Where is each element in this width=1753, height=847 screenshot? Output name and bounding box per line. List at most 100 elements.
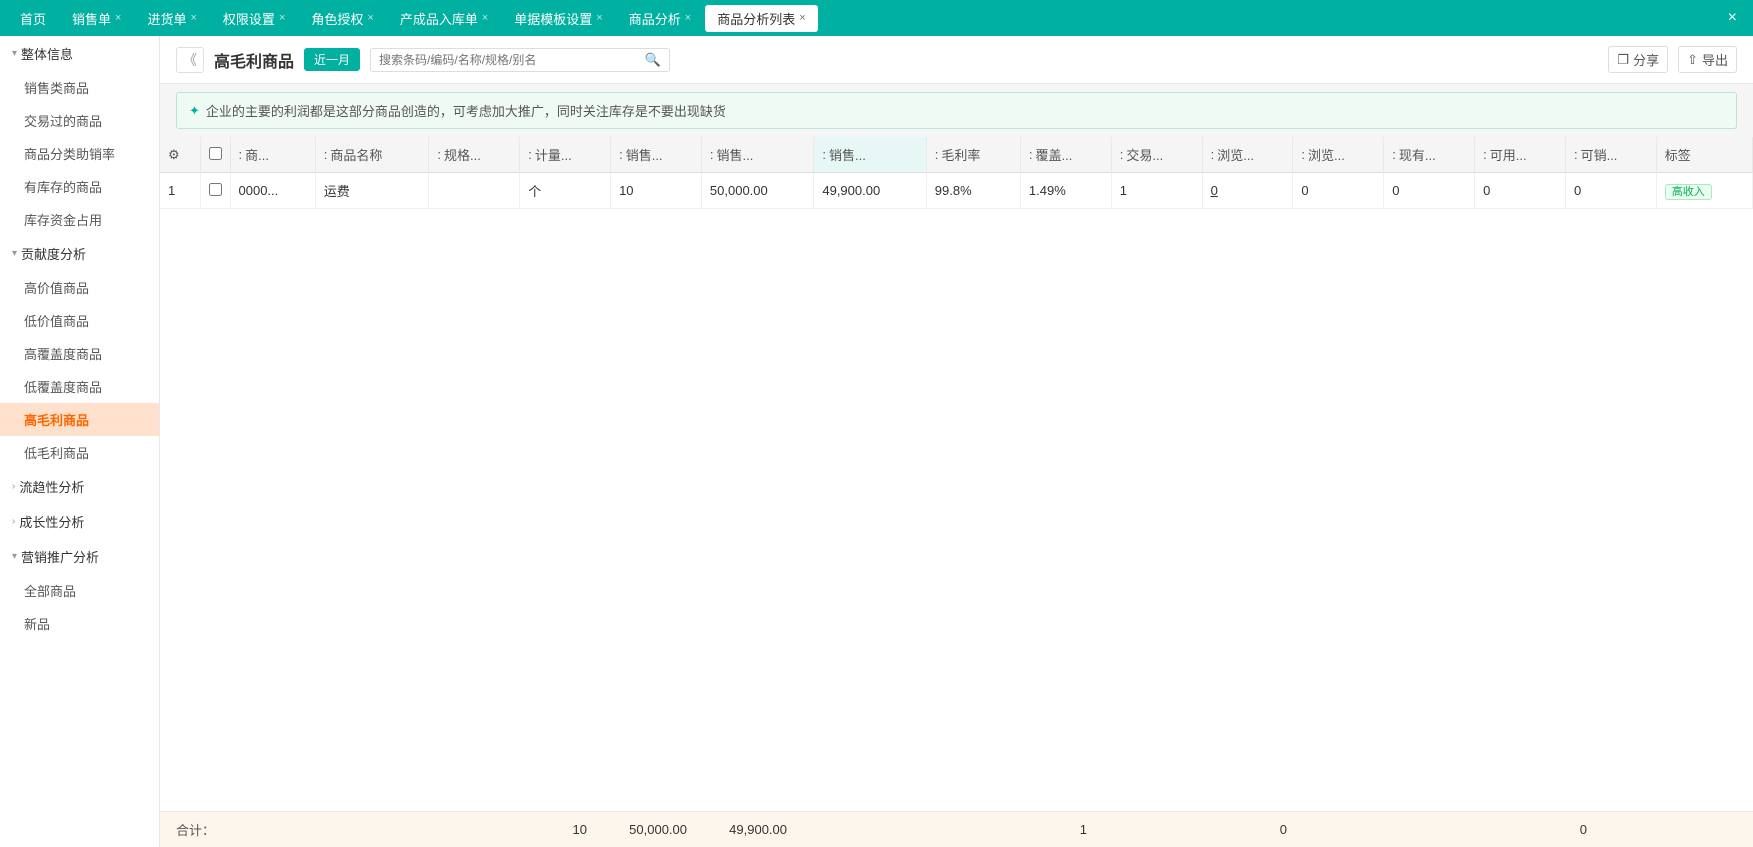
top-navigation: 首页 销售单 × 进货单 × 权限设置 × 角色授权 × 产成品入库单 × 单据… [0, 0, 1753, 36]
close-icon[interactable]: × [596, 12, 602, 24]
cell-sale-profit: 49,900.00 [814, 173, 926, 209]
table-row: 1 0000... 运费 个 10 50,000.00 49,900.00 99… [160, 173, 1753, 209]
footer-browse2: 0 [1215, 822, 1295, 837]
cell-available: 0 [1475, 173, 1566, 209]
close-icon[interactable]: × [799, 12, 805, 24]
export-button[interactable]: ⇧ 导出 [1678, 46, 1737, 73]
nav-inbound[interactable]: 产成品入库单 × [388, 5, 500, 32]
sidebar-item-category-rate[interactable]: 商品分类助销率 [0, 137, 159, 170]
cell-name: 运费 [315, 173, 429, 209]
table-container[interactable]: ⚙ :商... :商品名称 :规格... [160, 137, 1753, 811]
sidebar-item-stock-capital[interactable]: 库存资金占用 [0, 203, 159, 236]
cell-tag: 高收入 [1656, 173, 1752, 209]
content-header: 《 高毛利商品 近一月 🔍 ❐ 分享 ⇧ 导出 [160, 36, 1753, 84]
sidebar-item-traded-goods[interactable]: 交易过的商品 [0, 104, 159, 137]
info-bar: ✦ 企业的主要的利润都是这部分商品创造的，可考虑加大推广，同时关注库存是不要出现… [176, 92, 1737, 129]
table-header-row: ⚙ :商... :商品名称 :规格... [160, 137, 1753, 173]
col-checkbox[interactable] [200, 137, 230, 173]
search-icon[interactable]: 🔍 [645, 52, 661, 68]
col-saleable[interactable]: :可销... [1565, 137, 1656, 173]
col-gross-margin[interactable]: :毛利率 [926, 137, 1020, 173]
col-current[interactable]: :现有... [1384, 137, 1475, 173]
nav-sales[interactable]: 销售单 × [60, 5, 133, 32]
data-table: ⚙ :商... :商品名称 :规格... [160, 137, 1753, 209]
col-browse1[interactable]: :浏览... [1202, 137, 1293, 173]
close-icon[interactable]: × [367, 12, 373, 24]
share-button[interactable]: ❐ 分享 [1608, 46, 1668, 73]
col-name[interactable]: :商品名称 [315, 137, 429, 173]
nav-close-all[interactable]: × [1720, 9, 1745, 27]
sidebar-group-trend[interactable]: › 流趋性分析 [0, 469, 159, 504]
footer-sale-qty: 10 [515, 822, 595, 837]
sidebar-item-high-coverage[interactable]: 高覆盖度商品 [0, 337, 159, 370]
col-sale-qty[interactable]: :销售... [611, 137, 702, 173]
close-icon[interactable]: × [482, 12, 488, 24]
search-box: 🔍 [370, 48, 670, 72]
col-tag[interactable]: 标签 [1656, 137, 1752, 173]
export-icon: ⇧ [1687, 52, 1698, 68]
close-icon[interactable]: × [685, 12, 691, 24]
nav-permissions[interactable]: 权限设置 × [211, 5, 297, 32]
cell-gross-margin: 99.8% [926, 173, 1020, 209]
close-icon[interactable]: × [115, 12, 121, 24]
sidebar: ▾ 整体信息 销售类商品 交易过的商品 商品分类助销率 有库存的商品 库存资金占… [0, 36, 160, 847]
header-actions: ❐ 分享 ⇧ 导出 [1608, 46, 1737, 73]
nav-home[interactable]: 首页 [8, 5, 58, 32]
cell-browse1[interactable]: 0 [1202, 173, 1293, 209]
sidebar-group-marketing[interactable]: ▾ 营销推广分析 [0, 539, 159, 574]
cell-sale-qty: 10 [611, 173, 702, 209]
col-coverage[interactable]: :覆盖... [1020, 137, 1111, 173]
cell-sale-amount: 50,000.00 [701, 173, 813, 209]
chevron-right-icon: › [12, 481, 15, 492]
sidebar-item-low-margin[interactable]: 低毛利商品 [0, 436, 159, 469]
cell-spec [429, 173, 520, 209]
col-code[interactable]: :商... [230, 137, 315, 173]
sidebar-item-new-goods[interactable]: 新品 [0, 607, 159, 640]
time-filter-button[interactable]: 近一月 [304, 48, 360, 71]
sidebar-group-contribution[interactable]: ▾ 贡献度分析 [0, 236, 159, 271]
row-checkbox[interactable] [209, 183, 222, 196]
cell-browse2: 0 [1293, 173, 1384, 209]
collapse-sidebar-button[interactable]: 《 [176, 47, 204, 73]
page-title: 高毛利商品 [214, 48, 294, 72]
col-sale-amount[interactable]: :销售... [701, 137, 813, 173]
chevron-down-icon: ▾ [12, 551, 17, 562]
sidebar-group-overall[interactable]: ▾ 整体信息 [0, 36, 159, 71]
sidebar-group-marketing-items: 全部商品 新品 [0, 574, 159, 640]
sidebar-group-contribution-items: 高价值商品 低价值商品 高覆盖度商品 低覆盖度商品 高毛利商品 低毛利商品 [0, 271, 159, 469]
close-icon[interactable]: × [279, 12, 285, 24]
content-area: 《 高毛利商品 近一月 🔍 ❐ 分享 ⇧ 导出 ✦ 企业的主要的利润都是这部 [160, 36, 1753, 847]
sidebar-group-growth[interactable]: › 成长性分析 [0, 504, 159, 539]
close-icon[interactable]: × [190, 12, 196, 24]
nav-analysis[interactable]: 商品分析 × [617, 5, 703, 32]
select-all-checkbox[interactable] [209, 147, 222, 160]
col-sale-profit[interactable]: :销售... [814, 137, 926, 173]
footer-sale-amount: 50,000.00 [615, 822, 695, 837]
col-spec[interactable]: :规格... [429, 137, 520, 173]
search-input[interactable] [379, 53, 639, 67]
cell-checkbox[interactable] [200, 173, 230, 209]
cell-unit: 个 [520, 173, 611, 209]
col-available[interactable]: :可用... [1475, 137, 1566, 173]
tag-badge: 高收入 [1665, 184, 1712, 200]
nav-purchase[interactable]: 进货单 × [135, 5, 208, 32]
sidebar-item-high-margin[interactable]: 高毛利商品 [0, 403, 159, 436]
nav-analysis-list[interactable]: 商品分析列表 × [705, 5, 817, 32]
sidebar-item-low-value[interactable]: 低价值商品 [0, 304, 159, 337]
sidebar-item-sales-goods[interactable]: 销售类商品 [0, 71, 159, 104]
col-unit[interactable]: :计量... [520, 137, 611, 173]
col-transaction[interactable]: :交易... [1111, 137, 1202, 173]
chevron-down-icon: ▾ [12, 48, 17, 59]
footer-saleable: 0 [1515, 822, 1595, 837]
settings-icon[interactable]: ⚙ [168, 147, 180, 162]
info-icon: ✦ [189, 103, 200, 119]
nav-template[interactable]: 单据模板设置 × [502, 5, 614, 32]
col-settings[interactable]: ⚙ [160, 137, 200, 173]
nav-roles[interactable]: 角色授权 × [299, 5, 385, 32]
sidebar-item-all-goods[interactable]: 全部商品 [0, 574, 159, 607]
sidebar-item-low-coverage[interactable]: 低覆盖度商品 [0, 370, 159, 403]
sidebar-item-stock-goods[interactable]: 有库存的商品 [0, 170, 159, 203]
sidebar-item-high-value[interactable]: 高价值商品 [0, 271, 159, 304]
cell-index: 1 [160, 173, 200, 209]
col-browse2[interactable]: :浏览... [1293, 137, 1384, 173]
